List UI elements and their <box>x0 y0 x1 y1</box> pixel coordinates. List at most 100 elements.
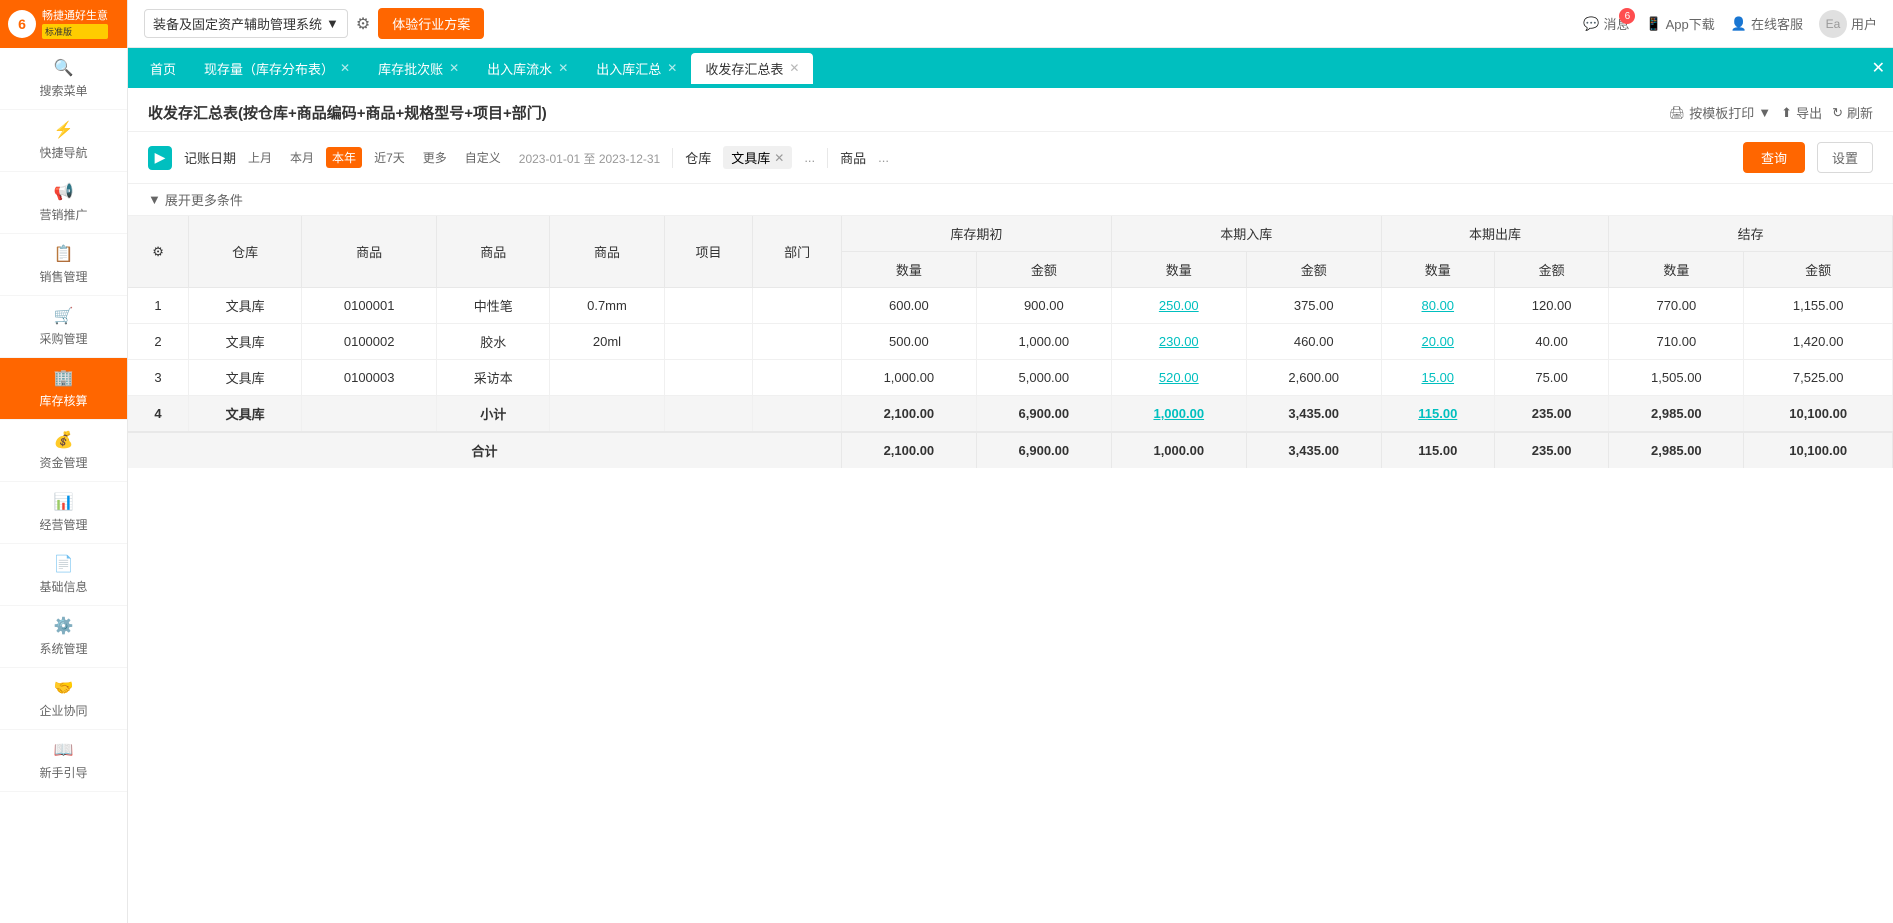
gear-icon[interactable]: ⚙ <box>356 14 370 34</box>
col-name-header: 商品 <box>437 216 550 288</box>
warehouse-more-btn[interactable]: ... <box>804 150 815 165</box>
tab-bar-close[interactable]: ✕ <box>1872 58 1885 78</box>
sidebar: 6 畅捷通好生意 标准版 🔍 搜索菜单 ⚡ 快捷导航 📢 营销推广 📋 销售管理… <box>0 0 128 923</box>
total-bal-amt: 10,100.00 <box>1744 432 1893 468</box>
sidebar-item-quick-nav[interactable]: ⚡ 快捷导航 <box>0 110 127 172</box>
tab-receipt-summary-close[interactable]: ✕ <box>789 61 799 75</box>
row3-out-qty[interactable]: 15.00 <box>1381 360 1494 396</box>
subtotal-out-qty[interactable]: 115.00 <box>1381 396 1494 433</box>
tab-home[interactable]: 首页 <box>136 53 190 84</box>
row1-out-amt: 120.00 <box>1494 288 1609 324</box>
row2-open-qty: 500.00 <box>841 324 976 360</box>
expand-label: 展开更多条件 <box>165 190 243 209</box>
sidebar-item-marketing[interactable]: 📢 营销推广 <box>0 172 127 234</box>
setting-btn[interactable]: 设置 <box>1817 142 1873 173</box>
tab-receipt-summary-label: 收发存汇总表 <box>705 59 783 78</box>
sidebar-item-operation[interactable]: 📊 经营管理 <box>0 482 127 544</box>
tab-inventory-dist-close[interactable]: ✕ <box>340 61 350 75</box>
warehouse-tag-close[interactable]: ✕ <box>774 151 784 165</box>
subtotal-open-qty: 2,100.00 <box>841 396 976 433</box>
main-area: 装备及固定资产辅助管理系统 ▼ ⚙ 体验行业方案 💬 消息 6 📱 App下载 … <box>128 0 1893 923</box>
query-btn[interactable]: 查询 <box>1743 142 1805 173</box>
tab-inventory-dist[interactable]: 现存量（库存分布表） ✕ <box>190 53 364 84</box>
row3-name: 采访本 <box>437 360 550 396</box>
warehouse-tag-text: 文具库 <box>731 148 770 167</box>
refresh-btn[interactable]: ↻ 刷新 <box>1832 103 1873 122</box>
filter-toggle-btn[interactable]: ▶ <box>148 146 172 170</box>
row2-dept <box>753 324 842 360</box>
system-select[interactable]: 装备及固定资产辅助管理系统 ▼ <box>144 9 348 38</box>
subtotal-name: 小计 <box>437 396 550 433</box>
purchase-icon: 🛒 <box>54 306 74 326</box>
sidebar-item-purchase[interactable]: 🛒 采购管理 <box>0 296 127 358</box>
sidebar-item-enterprise[interactable]: 🤝 企业协同 <box>0 668 127 730</box>
gear-icon[interactable]: ⚙ <box>152 244 164 259</box>
tab-batch-account[interactable]: 库存批次账 ✕ <box>364 53 473 84</box>
row2-out-amt: 40.00 <box>1494 324 1609 360</box>
col-code-header: 商品 <box>302 216 437 288</box>
sidebar-item-label: 快捷导航 <box>39 144 87 161</box>
finance-icon: 💰 <box>54 430 74 450</box>
date-btn-7days[interactable]: 近7天 <box>368 147 411 168</box>
sidebar-item-label: 经营管理 <box>39 516 87 533</box>
row1-out-qty[interactable]: 80.00 <box>1381 288 1494 324</box>
col-in-qty: 数量 <box>1111 252 1246 288</box>
message-btn[interactable]: 💬 消息 6 <box>1583 14 1629 33</box>
row3-open-amt: 5,000.00 <box>976 360 1111 396</box>
expand-btn[interactable]: ▼ 展开更多条件 <box>148 190 243 209</box>
print-btn[interactable]: 🖨 按模板打印 ▼ <box>1669 103 1771 122</box>
sidebar-item-finance[interactable]: 💰 资金管理 <box>0 420 127 482</box>
tab-in-out-flow[interactable]: 出入库流水 ✕ <box>473 53 582 84</box>
row3-in-qty[interactable]: 520.00 <box>1111 360 1246 396</box>
try-btn[interactable]: 体验行业方案 <box>378 8 484 39</box>
online-service-btn[interactable]: 👤 在线客服 <box>1731 14 1803 33</box>
export-btn[interactable]: ⬆ 导出 <box>1781 103 1822 122</box>
logo-text: 畅捷通好生意 标准版 <box>42 9 108 38</box>
subtotal-bal-qty: 2,985.00 <box>1609 396 1744 433</box>
tab-in-out-flow-close[interactable]: ✕ <box>558 61 568 75</box>
row1-open-amt: 900.00 <box>976 288 1111 324</box>
tab-receipt-summary[interactable]: 收发存汇总表 ✕ <box>691 53 813 84</box>
filter-divider-2 <box>827 148 828 168</box>
row3-bal-amt: 7,525.00 <box>1744 360 1893 396</box>
date-btn-more[interactable]: 更多 <box>417 147 453 168</box>
marketing-icon: 📢 <box>54 182 74 202</box>
sidebar-item-sales[interactable]: 📋 销售管理 <box>0 234 127 296</box>
user-btn[interactable]: Ea 用户 <box>1819 10 1877 38</box>
subtotal-in-qty[interactable]: 1,000.00 <box>1111 396 1246 433</box>
sidebar-item-guide[interactable]: 📖 新手引导 <box>0 730 127 792</box>
col-warehouse-header: 仓库 <box>189 216 302 288</box>
chevron-down-icon: ▼ <box>1758 105 1771 120</box>
app-download-btn[interactable]: 📱 App下载 <box>1645 14 1714 33</box>
row1-spec: 0.7mm <box>550 288 664 324</box>
row1-in-qty[interactable]: 250.00 <box>1111 288 1246 324</box>
row1-project <box>664 288 753 324</box>
table-subtotal-row: 4 文具库 小计 2,100.00 6,900.00 1,000.00 3,43… <box>128 396 1893 433</box>
tab-in-out-summary[interactable]: 出入库汇总 ✕ <box>582 53 691 84</box>
row3-dept <box>753 360 842 396</box>
sidebar-item-system[interactable]: ⚙️ 系统管理 <box>0 606 127 668</box>
col-gear[interactable]: ⚙ <box>128 216 189 288</box>
message-icon: 💬 <box>1583 16 1599 32</box>
sidebar-item-basic[interactable]: 📄 基础信息 <box>0 544 127 606</box>
goods-more-btn[interactable]: ... <box>878 150 889 165</box>
date-btn-custom[interactable]: 自定义 <box>459 147 507 168</box>
date-label: 记账日期 <box>184 148 236 167</box>
row1-open-qty: 600.00 <box>841 288 976 324</box>
topbar-left: 装备及固定资产辅助管理系统 ▼ ⚙ 体验行业方案 <box>144 8 484 39</box>
date-btn-last-month[interactable]: 上月 <box>242 147 278 168</box>
row2-out-qty[interactable]: 20.00 <box>1381 324 1494 360</box>
tabs-bar: 首页 现存量（库存分布表） ✕ 库存批次账 ✕ 出入库流水 ✕ 出入库汇总 ✕ … <box>128 48 1893 88</box>
date-btn-this-month[interactable]: 本月 <box>284 147 320 168</box>
date-btn-this-year[interactable]: 本年 <box>326 147 362 168</box>
sidebar-item-search[interactable]: 🔍 搜索菜单 <box>0 48 127 110</box>
service-icon: 👤 <box>1731 16 1747 32</box>
tab-home-label: 首页 <box>150 59 176 78</box>
sidebar-item-inventory[interactable]: 🏢 库存核算 <box>0 358 127 420</box>
tab-batch-account-close[interactable]: ✕ <box>449 61 459 75</box>
user-label: 用户 <box>1851 14 1877 33</box>
row2-in-qty[interactable]: 230.00 <box>1111 324 1246 360</box>
total-label: 合计 <box>128 432 841 468</box>
col-spec-header: 商品 <box>550 216 664 288</box>
tab-in-out-summary-close[interactable]: ✕ <box>667 61 677 75</box>
